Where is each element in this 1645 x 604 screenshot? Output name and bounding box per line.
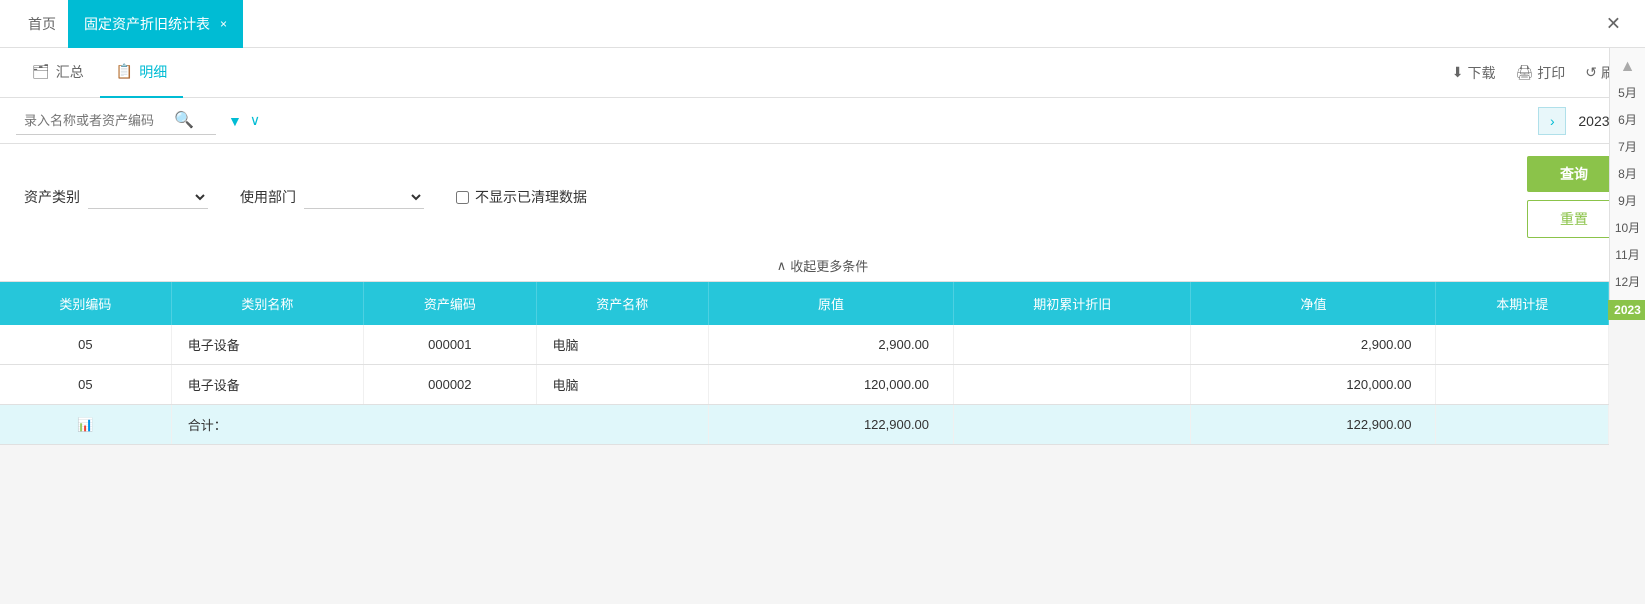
row1-net-value: 2,900.00	[1191, 325, 1436, 365]
row1-current-depr	[1436, 325, 1609, 365]
data-table-wrap: 类别编码 类别名称 资产编码 资产名称 原值 期初累计折旧 净值 本期计提 05…	[0, 282, 1609, 445]
refresh-icon: ↺	[1585, 64, 1597, 81]
exclude-cleared-group: 不显示已清理数据	[456, 187, 587, 207]
chevron-down-icon: ∨	[250, 112, 260, 129]
data-table: 类别编码 类别名称 资产编码 资产名称 原值 期初累计折旧 净值 本期计提 05…	[0, 282, 1609, 445]
print-icon: 🖨	[1515, 64, 1533, 81]
row2-net-value: 120,000.00	[1191, 365, 1436, 405]
active-tab-label: 固定资产折旧统计表	[84, 14, 210, 34]
total-net-value: 122,900.00	[1191, 405, 1436, 445]
exclude-cleared-label: 不显示已清理数据	[475, 187, 587, 207]
filter-row: 资产类别 使用部门 不显示已清理数据 查询 重置	[24, 156, 1621, 238]
col-header-category: 类别名称	[171, 282, 363, 325]
search-icon: 🔍	[174, 110, 194, 130]
row1-code: 05	[0, 325, 171, 365]
window-close-button[interactable]: ✕	[1606, 13, 1621, 34]
total-icon: 📊	[0, 405, 171, 445]
total-row: 📊 合计： 122,900.00 122,900.00	[0, 405, 1609, 445]
row1-asset-name: 电脑	[536, 325, 708, 365]
print-label: 打印	[1537, 63, 1565, 83]
col-header-net-value: 净值	[1191, 282, 1436, 325]
sidebar-month-10[interactable]: 10月	[1610, 215, 1645, 240]
query-button[interactable]: 查询	[1527, 156, 1621, 192]
right-sidebar: ▲ 5月 6月 7月 8月 9月 10月 11月 12月 2023	[1609, 48, 1645, 320]
chevron-up-icon: ∧	[777, 258, 787, 274]
col-header-current-depr: 本期计提	[1436, 282, 1609, 325]
total-label: 合计：	[171, 405, 708, 445]
filter-bar: 🔍 ▼ ∨ › 2023.01	[0, 98, 1645, 144]
row2-original: 120,000.00	[708, 365, 953, 405]
table-header-row: 类别编码 类别名称 资产编码 资产名称 原值 期初累计折旧 净值 本期计提	[0, 282, 1609, 325]
total-original: 122,900.00	[708, 405, 953, 445]
sub-tabs-bar: 🗂 汇总 📋 明细 ⬇ 下载 🖨 打印 ↺ 刷新	[0, 48, 1645, 98]
row2-accum-depr	[954, 365, 1191, 405]
search-wrap: 🔍	[16, 106, 216, 135]
collapse-more-button[interactable]: ∧ 收起更多条件	[24, 250, 1621, 281]
col-header-original: 原值	[708, 282, 953, 325]
download-label: 下载	[1467, 63, 1495, 83]
home-tab[interactable]: 首页	[16, 14, 68, 34]
row2-code: 05	[0, 365, 171, 405]
col-header-accum-depr: 期初累计折旧	[954, 282, 1191, 325]
top-nav: 首页 固定资产折旧统计表 × ✕	[0, 0, 1645, 48]
sidebar-year[interactable]: 2023	[1608, 300, 1645, 320]
sidebar-month-5[interactable]: 5月	[1610, 80, 1645, 105]
sidebar-month-7[interactable]: 7月	[1610, 134, 1645, 159]
row2-current-depr	[1436, 365, 1609, 405]
sub-tabs-left: 🗂 汇总 📋 明细	[16, 48, 183, 98]
search-input[interactable]	[24, 113, 174, 128]
row2-asset-name: 电脑	[536, 365, 708, 405]
col-header-code: 类别编码	[0, 282, 171, 325]
row1-accum-depr	[954, 325, 1191, 365]
asset-type-label: 资产类别	[24, 187, 80, 207]
sidebar-month-6[interactable]: 6月	[1610, 107, 1645, 132]
tab-detail[interactable]: 📋 明细	[100, 48, 183, 98]
download-button[interactable]: ⬇ 下载	[1452, 63, 1496, 83]
sidebar-up-button[interactable]: ▲	[1618, 56, 1638, 78]
collapse-panel-button[interactable]: ›	[1538, 107, 1566, 135]
row1-original: 2,900.00	[708, 325, 953, 365]
advanced-filter: 资产类别 使用部门 不显示已清理数据 查询 重置 ∧ 收起更多条件	[0, 144, 1645, 282]
dept-label: 使用部门	[240, 187, 296, 207]
row1-asset-code: 000001	[364, 325, 536, 365]
download-icon: ⬇	[1452, 64, 1464, 81]
asset-type-select[interactable]	[88, 186, 208, 209]
row2-category: 电子设备	[171, 365, 363, 405]
sidebar-month-11[interactable]: 11月	[1610, 242, 1645, 267]
toolbar: ⬇ 下载 🖨 打印 ↺ 刷新	[1452, 63, 1629, 83]
summary-label: 汇总	[56, 62, 84, 82]
print-button[interactable]: 🖨 打印	[1515, 63, 1565, 83]
col-header-asset-code: 资产编码	[364, 282, 536, 325]
action-buttons: 查询 重置	[1527, 156, 1621, 238]
dept-select[interactable]	[304, 186, 424, 209]
filter-icon: ▼	[228, 113, 242, 129]
summary-icon: 🗂	[32, 63, 50, 80]
collapse-more-label: 收起更多条件	[790, 256, 868, 275]
sidebar-month-9[interactable]: 9月	[1610, 188, 1645, 213]
table-row[interactable]: 05 电子设备 000001 电脑 2,900.00 2,900.00	[0, 325, 1609, 365]
table-row[interactable]: 05 电子设备 000002 电脑 120,000.00 120,000.00	[0, 365, 1609, 405]
col-header-asset-name: 资产名称	[536, 282, 708, 325]
exclude-cleared-checkbox[interactable]	[456, 191, 469, 204]
row2-asset-code: 000002	[364, 365, 536, 405]
detail-label: 明细	[139, 62, 167, 82]
sidebar-month-12[interactable]: 12月	[1610, 269, 1645, 294]
active-tab[interactable]: 固定资产折旧统计表 ×	[68, 0, 243, 48]
total-current-depr	[1436, 405, 1609, 445]
reset-button[interactable]: 重置	[1527, 200, 1621, 238]
row1-category: 电子设备	[171, 325, 363, 365]
close-tab-icon[interactable]: ×	[220, 17, 227, 31]
more-filter-button[interactable]: ▼ ∨	[228, 112, 260, 129]
sidebar-month-8[interactable]: 8月	[1610, 161, 1645, 186]
tab-summary[interactable]: 🗂 汇总	[16, 48, 100, 98]
total-accum-depr	[954, 405, 1191, 445]
asset-type-group: 资产类别	[24, 186, 208, 209]
dept-group: 使用部门	[240, 186, 424, 209]
detail-icon: 📋	[116, 63, 133, 80]
